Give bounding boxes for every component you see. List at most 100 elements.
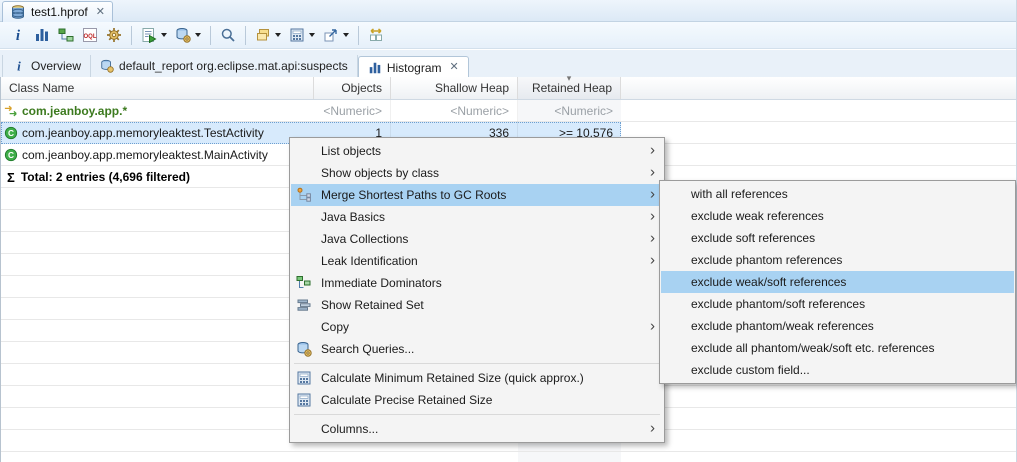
immediate-dominators-icon <box>296 275 312 291</box>
menu-item-java-collections[interactable]: Java Collections › <box>291 228 663 250</box>
calculate-retained-size-dropdown[interactable] <box>285 24 319 47</box>
submenu-arrow-icon: › <box>650 185 655 203</box>
menu-item-show-objects-by-class[interactable]: Show objects by class › <box>291 162 663 184</box>
search-queries-icon <box>296 341 312 357</box>
class-name-filter-input[interactable]: com.jeanboy.app.* <box>1 100 314 122</box>
menu-item-label: Java Basics <box>321 210 386 224</box>
menu-item-exclude-weak-references[interactable]: exclude weak references <box>661 205 1014 227</box>
menu-item-merge-shortest-paths-to-gc-roots[interactable]: Merge Shortest Paths to GC Roots › <box>291 184 663 206</box>
column-header-objects[interactable]: Objects <box>314 77 391 99</box>
export-dropdown[interactable] <box>319 24 353 47</box>
submenu-arrow-icon: › <box>650 229 655 247</box>
menu-item-columns[interactable]: Columns... › <box>291 418 663 440</box>
menu-separator <box>294 363 660 364</box>
compare-tables-icon <box>368 27 384 43</box>
info-button[interactable]: i <box>6 24 30 47</box>
menu-item-label: exclude all phantom/weak/soft etc. refer… <box>691 341 935 355</box>
tab-histogram[interactable]: Histogram ✕ <box>357 56 469 78</box>
toolbar-separator <box>210 25 211 45</box>
menu-item-exclude-phantom-weak-references[interactable]: exclude phantom/weak references <box>661 315 1014 337</box>
query-browser-dropdown[interactable] <box>171 24 205 47</box>
menu-item-java-basics[interactable]: Java Basics › <box>291 206 663 228</box>
close-icon[interactable]: ✕ <box>450 62 459 73</box>
run-report-icon <box>141 27 157 44</box>
group-packages-icon <box>255 27 271 43</box>
shallow-heap-filter-input[interactable]: <Numeric> <box>391 100 518 122</box>
search-icon <box>220 27 236 43</box>
menu-item-with-all-references[interactable]: with all references <box>661 183 1014 205</box>
gear-button[interactable] <box>102 24 126 47</box>
gear-icon <box>106 27 122 43</box>
oql-button[interactable]: OQL <box>78 24 102 47</box>
calculator-icon <box>296 370 312 386</box>
submenu-arrow-icon: › <box>650 163 655 181</box>
menu-item-search-queries[interactable]: Search Queries... <box>291 338 663 360</box>
tab-default-report-label: default_report org.eclipse.mat.api:suspe… <box>119 59 348 73</box>
svg-text:i: i <box>17 59 21 73</box>
main-toolbar: i OQL <box>0 22 1016 49</box>
submenu-arrow-icon: › <box>650 251 655 269</box>
menu-item-label: Merge Shortest Paths to GC Roots <box>321 188 507 202</box>
search-button[interactable] <box>216 24 240 47</box>
menu-item-exclude-phantom-references[interactable]: exclude phantom references <box>661 249 1014 271</box>
menu-item-label: List objects <box>321 144 382 158</box>
submenu-arrow-icon: › <box>650 207 655 225</box>
tab-histogram-label: Histogram <box>386 60 442 75</box>
menu-item-exclude-phantom-soft-references[interactable]: exclude phantom/soft references <box>661 293 1014 315</box>
menu-item-immediate-dominators[interactable]: Immediate Dominators <box>291 272 663 294</box>
database-gear-icon <box>175 27 191 43</box>
menu-item-leak-identification[interactable]: Leak Identification › <box>291 250 663 272</box>
menu-item-calculate-precise-retained-size[interactable]: Calculate Precise Retained Size <box>291 389 663 411</box>
histogram-icon <box>368 61 382 75</box>
menu-item-label: exclude phantom references <box>691 253 843 267</box>
expert-report-dropdown[interactable] <box>137 24 171 47</box>
objects-filter-input[interactable]: <Numeric> <box>314 100 391 122</box>
editor-tab-title: test1.hprof <box>31 5 88 19</box>
sort-descending-icon: ▾ <box>566 73 572 83</box>
submenu-arrow-icon: › <box>650 141 655 159</box>
menu-item-label: exclude soft references <box>691 231 816 245</box>
editor-tab-bar: test1.hprof ✕ <box>0 0 1016 22</box>
tab-overview[interactable]: i Overview <box>2 55 92 77</box>
column-header-class-name[interactable]: Class Name <box>1 77 314 99</box>
menu-item-label: Leak Identification <box>321 254 418 268</box>
submenu-arrow-icon: › <box>650 419 655 437</box>
menu-item-copy[interactable]: Copy › <box>291 316 663 338</box>
menu-item-label: Show objects by class <box>321 166 440 180</box>
compare-tables-button[interactable] <box>364 24 388 47</box>
export-icon <box>323 27 339 43</box>
svg-text:OQL: OQL <box>84 34 97 40</box>
sigma-icon: Σ <box>7 169 15 185</box>
column-header-shallow-heap[interactable]: Shallow Heap <box>391 77 518 99</box>
column-header-retained-heap[interactable]: ▾ Retained Heap <box>518 73 621 99</box>
menu-item-list-objects[interactable]: List objects › <box>291 140 663 162</box>
histogram-icon <box>34 27 50 43</box>
grouping-dropdown[interactable] <box>251 24 285 47</box>
menu-item-label: exclude weak/soft references <box>691 275 847 289</box>
close-icon[interactable]: ✕ <box>96 6 105 18</box>
menu-item-calculate-minimum-retained-size-quick-approx[interactable]: Calculate Minimum Retained Size (quick a… <box>291 367 663 389</box>
dominator-tree-icon <box>58 27 74 43</box>
table-header: Class Name Objects Shallow Heap ▾ Retain… <box>1 73 1016 100</box>
editor-tab-test1-hprof[interactable]: test1.hprof ✕ <box>2 1 113 22</box>
menu-item-show-retained-set[interactable]: Show Retained Set <box>291 294 663 316</box>
result-tab-bar: i Overview default_report org.eclipse.ma… <box>0 50 1016 78</box>
dominator-tree-button[interactable] <box>54 24 78 47</box>
class-name-cell: com.jeanboy.app.memoryleaktest.MainActiv… <box>22 148 268 162</box>
menu-item-exclude-all-phantom-weak-soft-etc-references[interactable]: exclude all phantom/weak/soft etc. refer… <box>661 337 1014 359</box>
dropdown-caret-icon <box>161 33 167 37</box>
dropdown-caret-icon <box>195 33 201 37</box>
menu-item-exclude-custom-field[interactable]: exclude custom field... <box>661 359 1014 381</box>
menu-item-exclude-soft-references[interactable]: exclude soft references <box>661 227 1014 249</box>
total-label: Total: 2 entries (4,696 filtered) <box>20 170 190 184</box>
submenu-arrow-icon: › <box>650 317 655 335</box>
histogram-button[interactable] <box>30 24 54 47</box>
heap-dump-icon <box>10 4 26 20</box>
menu-item-label: with all references <box>691 187 788 201</box>
menu-item-label: exclude weak references <box>691 209 824 223</box>
tab-default-report[interactable]: default_report org.eclipse.mat.api:suspe… <box>91 55 358 77</box>
menu-item-label: exclude phantom/soft references <box>691 297 866 311</box>
retained-heap-filter-input[interactable]: <Numeric> <box>518 100 621 122</box>
gc-roots-submenu: with all references exclude weak referenc… <box>659 180 1016 384</box>
menu-item-exclude-weak-soft-references[interactable]: exclude weak/soft references <box>661 271 1014 293</box>
